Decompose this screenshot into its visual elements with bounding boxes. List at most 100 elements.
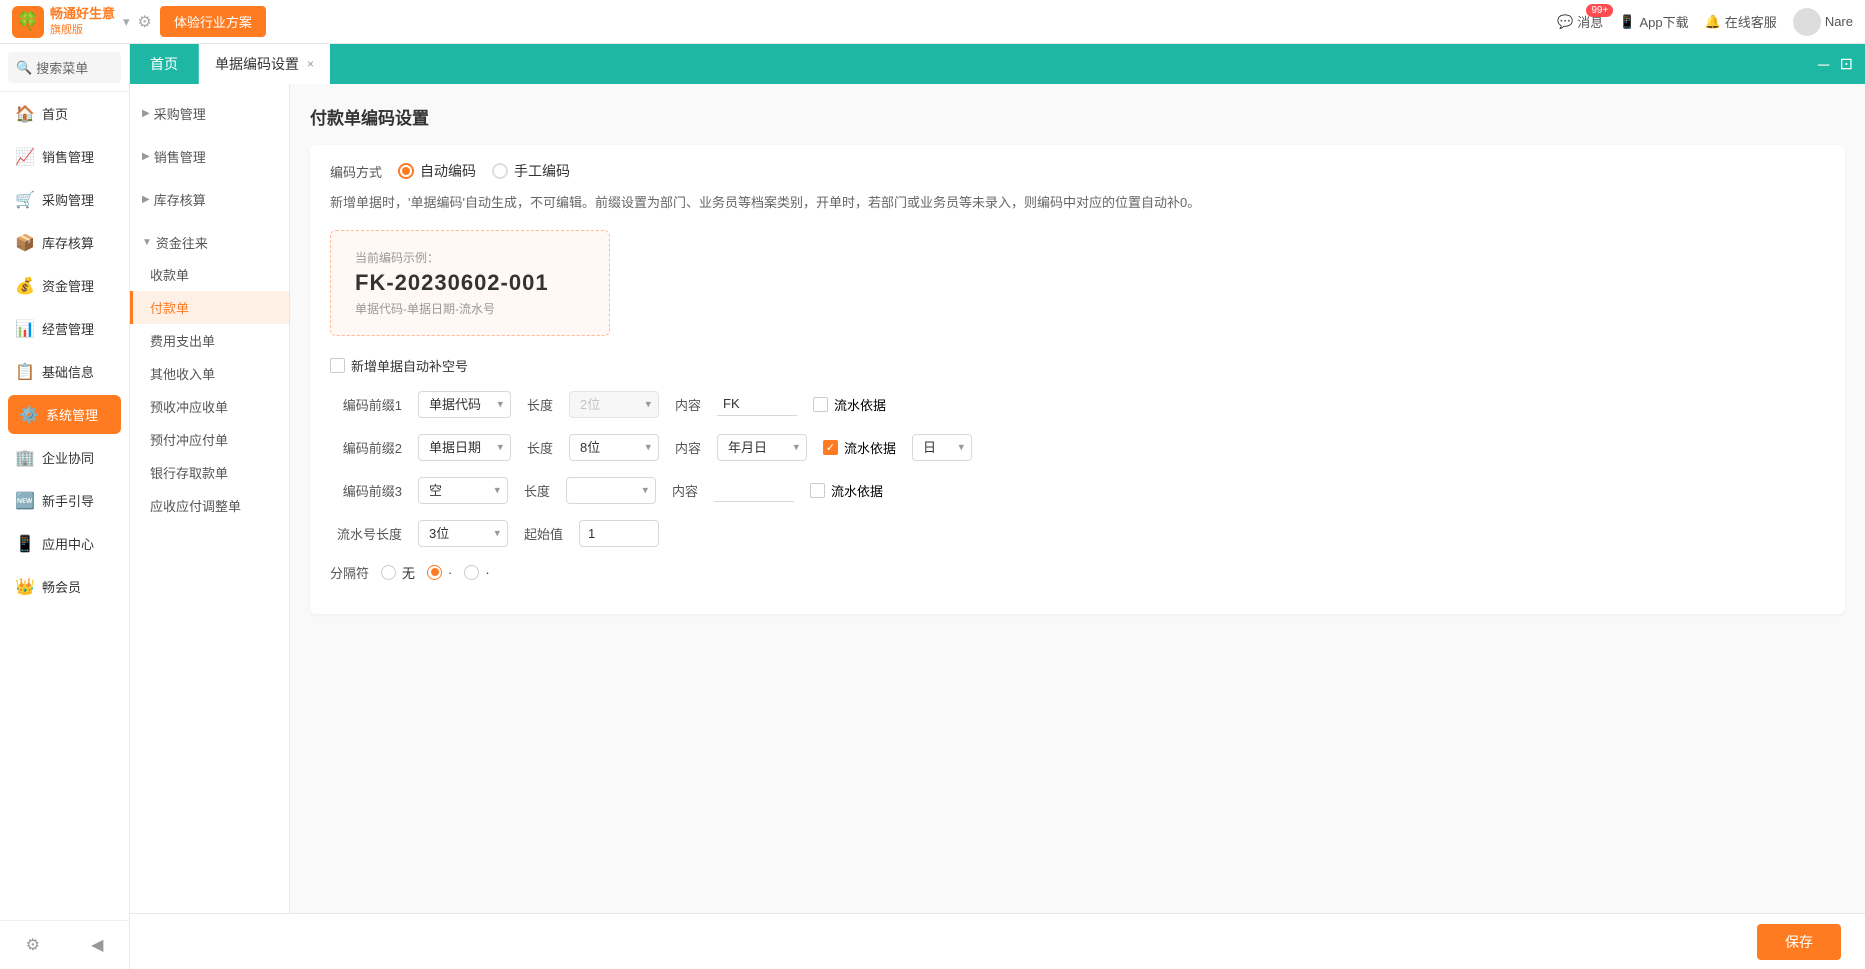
sales-icon: 📈 bbox=[16, 148, 34, 166]
config-row-2: 编码前缀2 单据日期 长度 8位 内容 bbox=[330, 434, 1825, 461]
length2-select[interactable]: 8位 bbox=[569, 434, 659, 461]
save-button[interactable]: 保存 bbox=[1757, 924, 1841, 960]
sidebar-item-apps[interactable]: 📱 应用中心 bbox=[0, 522, 129, 565]
auto-fill-label-text: 新增单据自动补空号 bbox=[351, 356, 468, 375]
sidebar-item-label-operation: 经营管理 bbox=[42, 319, 94, 338]
menu-item-advance-recv[interactable]: 预收冲应收单 bbox=[130, 390, 289, 423]
maximize-icon[interactable]: ⊡ bbox=[1840, 54, 1853, 74]
search-icon: 🔍 bbox=[16, 60, 32, 76]
content1-input[interactable] bbox=[717, 392, 797, 416]
length1-select-wrap: 2位 bbox=[569, 391, 659, 418]
sep-dot-label: · bbox=[448, 565, 452, 580]
prefix3-select-wrap: 空 bbox=[418, 477, 508, 504]
sidebar-item-purchase[interactable]: 🛒 采购管理 bbox=[0, 178, 129, 221]
length1-select[interactable]: 2位 bbox=[569, 391, 659, 418]
stream2-label: 流水依据 bbox=[844, 438, 896, 457]
service-button[interactable]: 🔔 在线客服 bbox=[1705, 12, 1777, 31]
preview-label: 当前编码示例： bbox=[355, 249, 585, 266]
settings-icon[interactable]: ⚙ bbox=[138, 12, 152, 32]
auto-radio-dot bbox=[398, 163, 414, 179]
menu-item-payment[interactable]: 付款单 bbox=[130, 291, 289, 324]
sep-none-radio[interactable]: 无 bbox=[381, 563, 415, 582]
page-title: 付款单编码设置 bbox=[310, 104, 1845, 129]
sidebar-item-label-inventory: 库存核算 bbox=[42, 233, 94, 252]
tab-active[interactable]: 单据编码设置 × bbox=[199, 44, 330, 84]
stream1-checkbox[interactable] bbox=[813, 397, 828, 412]
sidebar-item-system[interactable]: ⚙️ 系统管理 bbox=[8, 395, 121, 434]
sidebar-item-fund[interactable]: 💰 资金管理 bbox=[0, 264, 129, 307]
stream3-checkbox[interactable] bbox=[810, 483, 825, 498]
minimize-icon[interactable]: － bbox=[1816, 52, 1832, 76]
menu-item-expense[interactable]: 费用支出单 bbox=[130, 324, 289, 357]
prefix2-select[interactable]: 单据日期 bbox=[418, 434, 511, 461]
app-download-button[interactable]: 📱 App下载 bbox=[1619, 12, 1688, 31]
content1-label: 内容 bbox=[675, 395, 701, 414]
content2-select[interactable]: 年月日 bbox=[717, 434, 807, 461]
collapse-arrow-sales: ▶ bbox=[142, 151, 150, 162]
inventory-icon: 📦 bbox=[16, 234, 34, 252]
auto-fill-checkbox[interactable] bbox=[330, 358, 345, 373]
apps-icon: 📱 bbox=[16, 535, 34, 553]
preview-code: FK-20230602-001 bbox=[355, 270, 585, 296]
auto-fill-row: 新增单据自动补空号 bbox=[330, 356, 1825, 375]
manual-radio-label[interactable]: 手工编码 bbox=[492, 161, 570, 181]
content3-input[interactable] bbox=[714, 478, 794, 502]
menu-group-inventory-title[interactable]: ▶ 库存核算 bbox=[130, 184, 289, 215]
stream2-check-label[interactable]: 流水依据 bbox=[823, 438, 896, 457]
search-menu-label: 搜索菜单 bbox=[36, 58, 88, 77]
stream1-check-label[interactable]: 流水依据 bbox=[813, 395, 886, 414]
serial-length-select[interactable]: 3位 bbox=[418, 520, 508, 547]
auto-radio-label[interactable]: 自动编码 bbox=[398, 161, 476, 181]
tab-home[interactable]: 首页 bbox=[130, 44, 199, 84]
search-menu-button[interactable]: 🔍 搜索菜单 bbox=[8, 52, 121, 83]
sidebar-item-label-guide: 新手引导 bbox=[42, 491, 94, 510]
stream2-checkbox[interactable] bbox=[823, 440, 838, 455]
length3-label: 长度 bbox=[524, 481, 550, 500]
start-value-input[interactable] bbox=[579, 520, 659, 547]
sidebar-item-guide[interactable]: 🆕 新手引导 bbox=[0, 479, 129, 522]
auto-fill-checkbox-label[interactable]: 新增单据自动补空号 bbox=[330, 356, 1825, 375]
tab-close-icon[interactable]: × bbox=[307, 57, 314, 71]
sidebar-item-home[interactable]: 🏠 首页 bbox=[0, 92, 129, 135]
info-text: 新增单据时，'单据编码'自动生成，不可编辑。前缀设置为部门、业务员等档案类别，开… bbox=[330, 193, 1825, 214]
sidebar-item-enterprise[interactable]: 🏢 企业协同 bbox=[0, 436, 129, 479]
experience-button[interactable]: 体验行业方案 bbox=[160, 6, 266, 37]
prefix2-label: 编码前缀2 bbox=[330, 438, 402, 457]
menu-item-advance-pay[interactable]: 预付冲应付单 bbox=[130, 423, 289, 456]
logo-text-block: 畅通好生意 旗舰版 bbox=[50, 6, 115, 38]
sep-dash-radio[interactable]: · bbox=[464, 565, 489, 580]
sep-dot-radio[interactable]: · bbox=[427, 565, 452, 580]
message-button[interactable]: 💬 消息 99+ bbox=[1557, 12, 1603, 31]
length3-select[interactable] bbox=[566, 477, 656, 504]
menu-group-purchase-title[interactable]: ▶ 采购管理 bbox=[130, 98, 289, 129]
menu-item-receipt[interactable]: 收款单 bbox=[130, 258, 289, 291]
menu-item-adjust[interactable]: 应收应付调整单 bbox=[130, 489, 289, 522]
right-content: 付款单编码设置 编码方式 自动编码 手工编码 bbox=[290, 84, 1865, 913]
length3-select-wrap bbox=[566, 477, 656, 504]
content2-select-wrap: 年月日 bbox=[717, 434, 807, 461]
sidebar-item-operation[interactable]: 📊 经营管理 bbox=[0, 307, 129, 350]
settings-bottom-button[interactable]: ⚙ bbox=[20, 929, 46, 961]
sidebar-item-member[interactable]: 👑 畅会员 bbox=[0, 565, 129, 608]
period-select[interactable]: 日 bbox=[912, 434, 972, 461]
stream3-check-label[interactable]: 流水依据 bbox=[810, 481, 883, 500]
menu-item-bank[interactable]: 银行存取款单 bbox=[130, 456, 289, 489]
menu-group-fund-title[interactable]: ▼ 资金往来 bbox=[130, 227, 289, 258]
collapse-button[interactable]: ◀ bbox=[85, 929, 109, 961]
user-area[interactable]: Nare bbox=[1793, 8, 1853, 36]
encoding-method-row: 编码方式 自动编码 手工编码 bbox=[330, 161, 1825, 181]
prefix1-label: 编码前缀1 bbox=[330, 395, 402, 414]
sidebar-item-base[interactable]: 📋 基础信息 bbox=[0, 350, 129, 393]
sidebar-item-inventory[interactable]: 📦 库存核算 bbox=[0, 221, 129, 264]
enterprise-icon: 🏢 bbox=[16, 449, 34, 467]
encoding-method-label: 编码方式 bbox=[330, 162, 382, 181]
prefix3-select[interactable]: 空 bbox=[418, 477, 508, 504]
menu-item-income[interactable]: 其他收入单 bbox=[130, 357, 289, 390]
menu-group-inventory-label: 库存核算 bbox=[154, 190, 206, 209]
sep-none-label: 无 bbox=[402, 563, 415, 582]
prefix1-select[interactable]: 单据代码 bbox=[418, 391, 511, 418]
main: 首页 单据编码设置 × － ⊡ ▶ 采购管理 bbox=[130, 44, 1865, 969]
user-name: Nare bbox=[1825, 14, 1853, 29]
sidebar-item-sales[interactable]: 📈 销售管理 bbox=[0, 135, 129, 178]
menu-group-sales-title[interactable]: ▶ 销售管理 bbox=[130, 141, 289, 172]
